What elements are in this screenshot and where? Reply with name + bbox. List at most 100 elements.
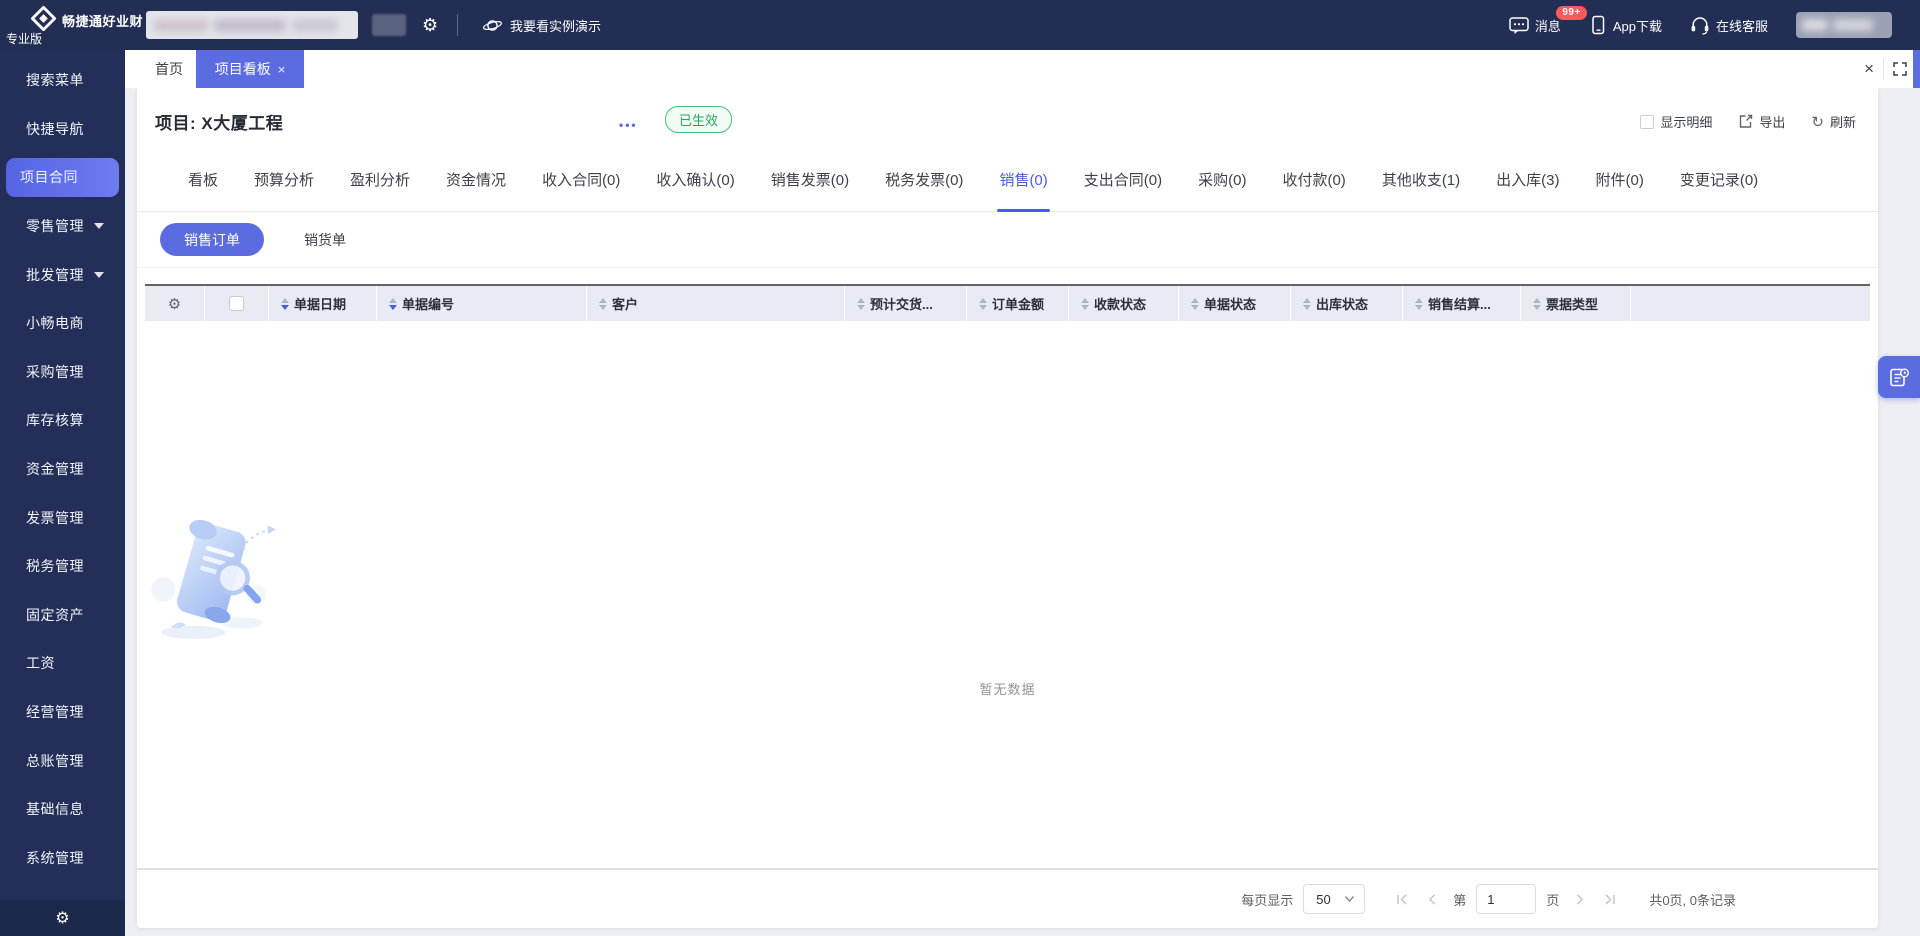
sidebar-item-invoice[interactable]: 发票管理 bbox=[0, 493, 125, 542]
tab-payments[interactable]: 收付款(0) bbox=[1264, 150, 1363, 212]
col-label: 单据编号 bbox=[402, 297, 455, 312]
phone-icon bbox=[1589, 15, 1607, 35]
page-prefix: 第 bbox=[1453, 892, 1467, 908]
last-page-icon[interactable] bbox=[1600, 893, 1621, 906]
tab-tax-invoice[interactable]: 税务发票(0) bbox=[867, 150, 981, 212]
col-order-amount[interactable]: 订单金额 bbox=[967, 286, 1069, 321]
sort-icon[interactable] bbox=[599, 297, 607, 310]
col-customer[interactable]: 客户 bbox=[587, 286, 845, 321]
col-doc-status[interactable]: 单据状态 bbox=[1179, 286, 1291, 321]
refresh-button[interactable]: ↻ 刷新 bbox=[1811, 112, 1856, 131]
sidebar-item-general-ledger[interactable]: 总账管理 bbox=[0, 736, 125, 785]
brand-logo-icon bbox=[30, 5, 57, 32]
blur-blob bbox=[154, 18, 208, 32]
sort-icon[interactable] bbox=[857, 297, 865, 310]
sidebar-item-quick-nav[interactable]: 快捷导航 bbox=[0, 105, 125, 154]
tab-other-income-expense[interactable]: 其他收支(1) bbox=[1364, 150, 1478, 212]
app-download-button[interactable]: App下载 bbox=[1589, 15, 1662, 35]
col-doc-date[interactable]: 单据日期 bbox=[269, 286, 377, 321]
export-icon bbox=[1738, 114, 1753, 129]
sidebar-item-tax[interactable]: 税务管理 bbox=[0, 542, 125, 591]
tab-attachments[interactable]: 附件(0) bbox=[1578, 150, 1662, 212]
sidebar-item-funds[interactable]: 资金管理 bbox=[0, 445, 125, 494]
tab-active-label: 项目看板 bbox=[214, 61, 271, 77]
tab-expense-contract[interactable]: 支出合同(0) bbox=[1066, 150, 1180, 212]
sort-icon[interactable] bbox=[281, 297, 289, 310]
tab-funds-status[interactable]: 资金情况 bbox=[428, 150, 524, 212]
sidebar-item-inventory[interactable]: 库存核算 bbox=[0, 396, 125, 445]
tab-income-confirm[interactable]: 收入确认(0) bbox=[638, 150, 752, 212]
col-ticket-type[interactable]: 票据类型 bbox=[1521, 286, 1631, 321]
fullscreen-icon[interactable] bbox=[1893, 62, 1907, 76]
sidebar-item-retail[interactable]: 零售管理 bbox=[0, 202, 125, 251]
sidebar-gear-icon[interactable]: ⚙ bbox=[55, 908, 69, 928]
tab-income-contract[interactable]: 收入合同(0) bbox=[524, 150, 638, 212]
more-actions-icon[interactable]: ••• bbox=[619, 118, 638, 132]
tab-budget-analysis[interactable]: 预算分析 bbox=[236, 150, 332, 212]
sort-icon[interactable] bbox=[1081, 297, 1089, 310]
user-name-redacted[interactable] bbox=[1796, 12, 1892, 38]
sort-icon[interactable] bbox=[1191, 297, 1199, 310]
tab-profit-analysis[interactable]: 盈利分析 bbox=[332, 150, 428, 212]
col-sales-settlement[interactable]: 销售结算... bbox=[1403, 286, 1521, 321]
sidebar-item-label: 工资 bbox=[26, 655, 55, 672]
prev-page-icon[interactable] bbox=[1422, 893, 1443, 906]
next-page-icon[interactable] bbox=[1569, 893, 1590, 906]
headset-icon bbox=[1690, 15, 1710, 35]
close-all-icon[interactable]: × bbox=[1864, 50, 1874, 88]
first-page-icon[interactable] bbox=[1391, 893, 1412, 906]
per-page-select[interactable]: 50 bbox=[1303, 884, 1366, 914]
export-button[interactable]: 导出 bbox=[1738, 112, 1785, 131]
sidebar-item-ecommerce[interactable]: 小畅电商 bbox=[0, 299, 125, 348]
show-detail-toggle[interactable]: 显示明细 bbox=[1640, 112, 1712, 131]
sidebar-item-purchase[interactable]: 采购管理 bbox=[0, 348, 125, 397]
sort-icon[interactable] bbox=[1415, 297, 1423, 310]
col-label: 预计交货... bbox=[870, 297, 933, 312]
col-outbound-status[interactable]: 出库状态 bbox=[1291, 286, 1403, 321]
sidebar-item-payroll[interactable]: 工资 bbox=[0, 639, 125, 688]
sidebar-item-operations[interactable]: 经营管理 bbox=[0, 688, 125, 737]
report-doc-icon bbox=[1889, 368, 1909, 386]
sidebar-item-project-contract[interactable]: 项目合同 bbox=[0, 153, 125, 202]
sort-icon[interactable] bbox=[979, 297, 987, 310]
sidebar-item-label: 系统管理 bbox=[26, 849, 84, 866]
sort-icon[interactable] bbox=[1533, 297, 1541, 310]
tab-purchase[interactable]: 采购(0) bbox=[1180, 150, 1264, 212]
online-service-button[interactable]: 在线客服 bbox=[1690, 15, 1768, 35]
show-detail-checkbox[interactable] bbox=[1640, 114, 1655, 129]
sort-icon[interactable] bbox=[389, 297, 397, 310]
tab-change-log[interactable]: 变更记录(0) bbox=[1662, 150, 1776, 212]
sidebar-item-system[interactable]: 系统管理 bbox=[0, 834, 125, 883]
tab-sales-invoice[interactable]: 销售发票(0) bbox=[753, 150, 867, 212]
subtab-sales-order[interactable]: 销售订单 bbox=[160, 223, 264, 256]
sort-icon[interactable] bbox=[1303, 297, 1311, 310]
report-float-button[interactable] bbox=[1878, 356, 1920, 398]
sidebar-item-fixed-assets[interactable]: 固定资产 bbox=[0, 591, 125, 640]
col-receipt-status[interactable]: 收款状态 bbox=[1069, 286, 1179, 321]
subtab-sales-delivery[interactable]: 销货单 bbox=[300, 223, 350, 256]
tab-close-icon[interactable]: × bbox=[278, 62, 286, 77]
tab-project-board[interactable]: 项目看板 × bbox=[196, 50, 304, 88]
messages-button[interactable]: 消息 99+ bbox=[1509, 5, 1587, 35]
tab-sales[interactable]: 销售(0) bbox=[981, 150, 1065, 212]
demo-link[interactable]: 我要看实例演示 bbox=[482, 0, 601, 50]
sidebar-footer: ⚙ bbox=[0, 900, 125, 936]
sidebar-item-wholesale[interactable]: 批发管理 bbox=[0, 250, 125, 299]
page-input[interactable] bbox=[1476, 884, 1537, 914]
select-all-checkbox[interactable] bbox=[229, 296, 244, 311]
col-label: 收款状态 bbox=[1094, 297, 1147, 312]
messages-count-badge: 99+ bbox=[1556, 5, 1587, 20]
sidebar-item-label: 小畅电商 bbox=[26, 315, 84, 332]
table-header-row: ⚙ 单据日期 单据编号 客户 预计交货... 订单金额 收款状态 单据状态 出库… bbox=[145, 286, 1870, 321]
col-expected-delivery[interactable]: 预计交货... bbox=[845, 286, 967, 321]
edition-label: 专业版 bbox=[6, 32, 43, 46]
sidebar-item-base-info[interactable]: 基础信息 bbox=[0, 785, 125, 834]
main-area: 项目: X大厦工程 ••• 已生效 显示明细 导出 ↻ 刷新 看板 预算分析 盈… bbox=[125, 88, 1920, 936]
tab-in-out-stock[interactable]: 出入库(3) bbox=[1478, 150, 1577, 212]
tab-home[interactable]: 首页 bbox=[155, 50, 183, 88]
tab-board[interactable]: 看板 bbox=[170, 150, 236, 212]
column-settings-gear-icon[interactable]: ⚙ bbox=[145, 286, 205, 321]
sidebar-item-search-menu[interactable]: 搜索菜单 bbox=[0, 56, 125, 105]
settings-gear-icon[interactable]: ⚙ bbox=[422, 0, 438, 50]
col-doc-number[interactable]: 单据编号 bbox=[377, 286, 587, 321]
